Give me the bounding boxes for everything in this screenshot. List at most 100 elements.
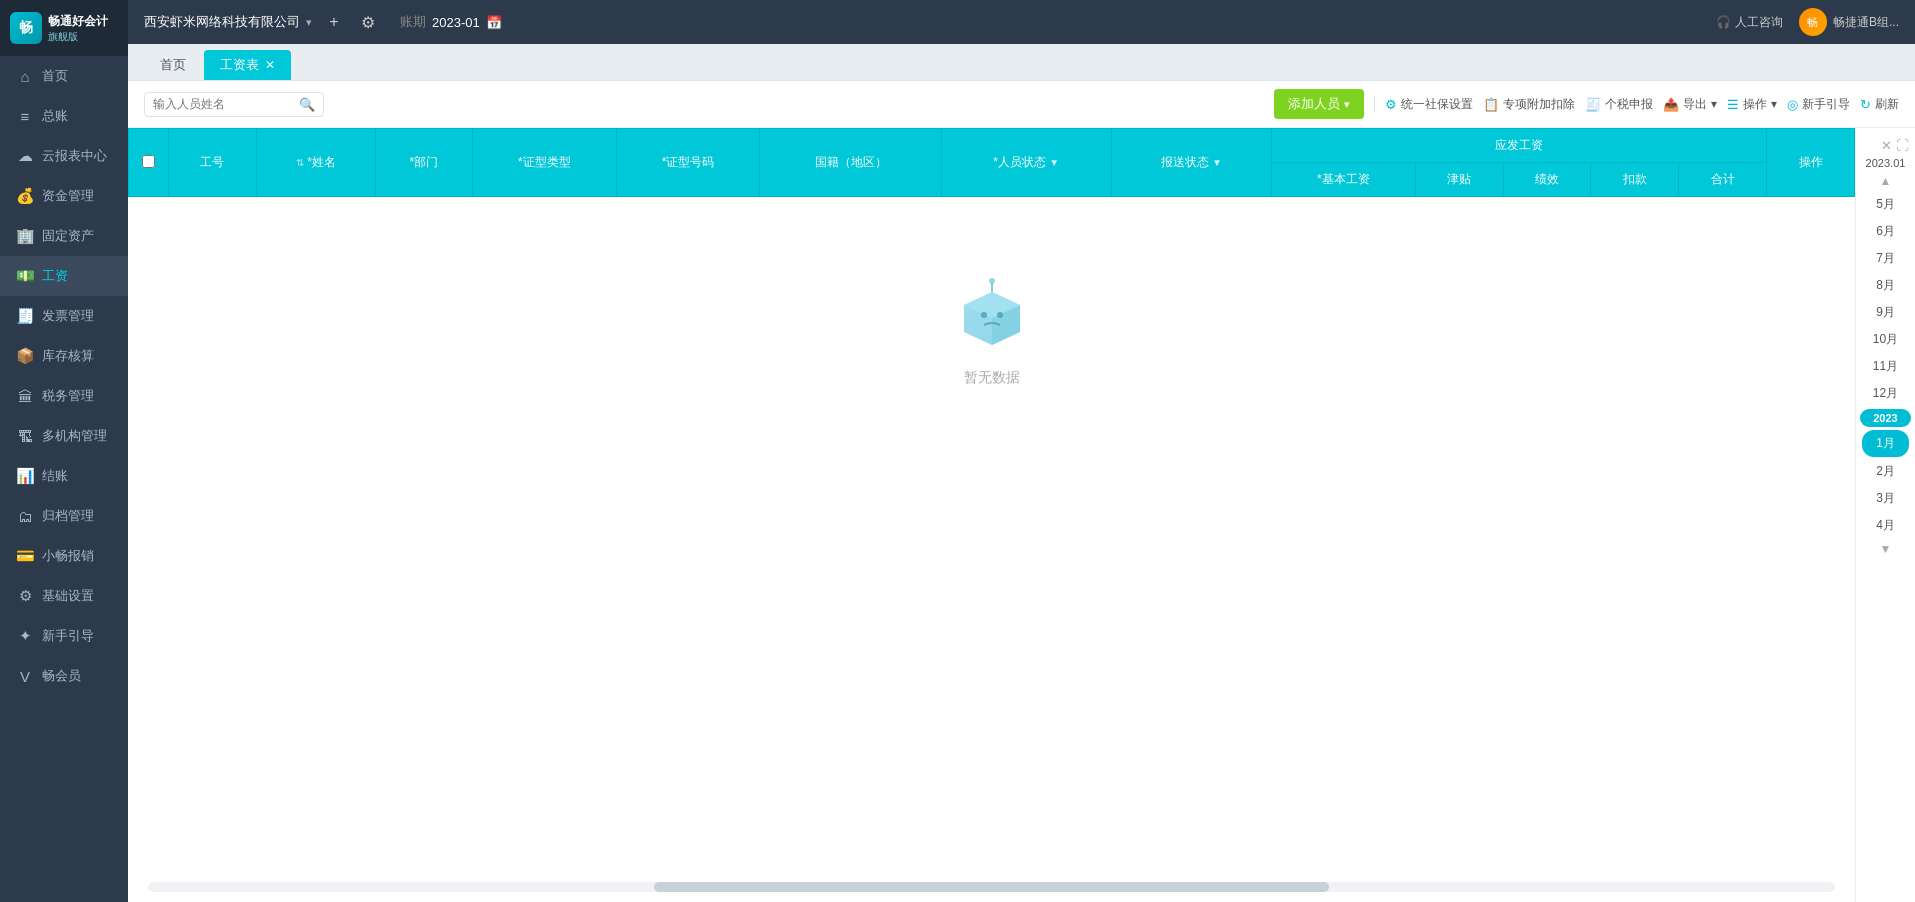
tab-close-button[interactable]: ✕ xyxy=(265,58,275,72)
th-person-status[interactable]: *人员状态 ▼ xyxy=(941,129,1111,197)
month-2[interactable]: 2月 xyxy=(1856,458,1915,485)
app-logo: 畅 畅通好会计 旗舰版 xyxy=(0,0,128,56)
table-container: 工号 ⇅ *姓名 *部门 *证型类型 xyxy=(128,128,1855,902)
select-all-checkbox[interactable] xyxy=(142,155,155,168)
sidebar-item-invoice[interactable]: 🧾 发票管理 xyxy=(0,296,128,336)
toolbar-divider-1 xyxy=(1374,96,1375,112)
topbar-right: 🎧 人工咨询 畅 畅捷通B组... xyxy=(1716,8,1899,36)
month-7[interactable]: 7月 xyxy=(1856,245,1915,272)
sidebar-item-guide[interactable]: ✦ 新手引导 xyxy=(0,616,128,656)
sidebar-item-archive[interactable]: 🗂 归档管理 xyxy=(0,496,128,536)
toolbar: 🔍 添加人员 ▾ ⚙ 统一社保设置 📋 专项附加扣除 🧾 xyxy=(128,81,1915,128)
scrollbar-area xyxy=(128,872,1855,902)
th-cert-no: *证型号码 xyxy=(616,129,760,197)
personal-tax-button[interactable]: 🧾 个税申报 xyxy=(1585,96,1653,113)
logo-text: 畅通好会计 旗舰版 xyxy=(48,13,108,44)
sidebar: 畅 畅通好会计 旗舰版 ⌂ 首页 ≡ 总账 ☁ 云报表中心 💰 资金管理 🏢 固… xyxy=(0,0,128,902)
sidebar-item-settings[interactable]: ⚙ 基础设置 xyxy=(0,576,128,616)
sidebar-item-asset[interactable]: 🏢 固定资产 xyxy=(0,216,128,256)
invoice-icon: 🧾 xyxy=(16,307,34,325)
operations-arrow: ▾ xyxy=(1771,97,1777,111)
headset-icon: 🎧 xyxy=(1716,15,1731,29)
th-subsidy: 津贴 xyxy=(1415,163,1503,197)
tabs-bar: 首页 工资表 ✕ xyxy=(128,44,1915,81)
sidebar-item-tax[interactable]: 🏛 税务管理 xyxy=(0,376,128,416)
tab-home[interactable]: 首页 xyxy=(144,50,202,80)
archive-icon: 🗂 xyxy=(16,508,34,525)
th-region: 国籍（地区） xyxy=(760,129,942,197)
th-name[interactable]: ⇅ *姓名 xyxy=(256,129,375,197)
th-cert-type: *证型类型 xyxy=(472,129,616,197)
settings-company-button[interactable]: ⚙ xyxy=(356,10,380,34)
search-box: 🔍 xyxy=(144,92,324,117)
sidebar-item-multi[interactable]: 🏗 多机构管理 xyxy=(0,416,128,456)
sidebar-item-expense[interactable]: 💳 小畅报销 xyxy=(0,536,128,576)
social-security-icon: ⚙ xyxy=(1385,97,1397,112)
sidebar-item-settle[interactable]: 📊 结账 xyxy=(0,456,128,496)
date-prev-arrow[interactable]: ▲ xyxy=(1876,171,1896,191)
export-button[interactable]: 📤 导出 ▾ xyxy=(1663,96,1717,113)
panel-expand-button[interactable]: ⛶ xyxy=(1896,138,1909,153)
social-security-button[interactable]: ⚙ 统一社保设置 xyxy=(1385,96,1473,113)
sidebar-item-wage[interactable]: 💵 工资 xyxy=(0,256,128,296)
month-4[interactable]: 4月 xyxy=(1856,512,1915,539)
search-input[interactable] xyxy=(153,97,293,111)
empty-text: 暂无数据 xyxy=(964,369,1020,387)
operations-icon: ☰ xyxy=(1727,97,1739,112)
month-5[interactable]: 5月 xyxy=(1856,191,1915,218)
user-info[interactable]: 畅 畅捷通B组... xyxy=(1799,8,1899,36)
th-dept: *部门 xyxy=(375,129,472,197)
refresh-icon: ↻ xyxy=(1860,97,1871,112)
sidebar-item-member[interactable]: V 畅会员 xyxy=(0,656,128,696)
sidebar-item-ledger[interactable]: ≡ 总账 xyxy=(0,96,128,136)
panel-header: ✕ ⛶ xyxy=(1856,132,1915,155)
horizontal-scrollbar[interactable] xyxy=(148,882,1835,892)
add-company-button[interactable]: + xyxy=(322,10,346,34)
th-total: 合计 xyxy=(1679,163,1767,197)
sidebar-item-inventory[interactable]: 📦 库存核算 xyxy=(0,336,128,376)
month-11[interactable]: 11月 xyxy=(1856,353,1915,380)
th-deduct: 扣款 xyxy=(1591,163,1679,197)
content-area: 首页 工资表 ✕ 🔍 添加人员 ▾ ⚙ 统一社保设置 xyxy=(128,44,1915,902)
asset-icon: 🏢 xyxy=(16,227,34,245)
month-3[interactable]: 3月 xyxy=(1856,485,1915,512)
sidebar-item-report[interactable]: ☁ 云报表中心 xyxy=(0,136,128,176)
filter-icon-person-status[interactable]: ▼ xyxy=(1049,157,1059,168)
refresh-button[interactable]: ↻ 刷新 xyxy=(1860,96,1899,113)
sidebar-item-home[interactable]: ⌂ 首页 xyxy=(0,56,128,96)
add-person-button[interactable]: 添加人员 ▾ xyxy=(1274,89,1364,119)
company-name: 西安虾米网络科技有限公司 xyxy=(144,13,300,31)
th-check[interactable] xyxy=(129,129,169,197)
operations-button[interactable]: ☰ 操作 ▾ xyxy=(1727,96,1777,113)
home-icon: ⌂ xyxy=(16,68,34,85)
support-button[interactable]: 🎧 人工咨询 xyxy=(1716,14,1783,31)
month-8[interactable]: 8月 xyxy=(1856,272,1915,299)
member-icon: V xyxy=(16,668,34,685)
th-wage-group: 应发工资 xyxy=(1272,129,1767,163)
month-10[interactable]: 10月 xyxy=(1856,326,1915,353)
guide-button[interactable]: ◎ 新手引导 xyxy=(1787,96,1850,113)
guide-icon: ✦ xyxy=(16,627,34,645)
month-12[interactable]: 12月 xyxy=(1856,380,1915,407)
personal-tax-icon: 🧾 xyxy=(1585,97,1601,112)
month-9[interactable]: 9月 xyxy=(1856,299,1915,326)
sidebar-item-finance[interactable]: 💰 资金管理 xyxy=(0,176,128,216)
month-6[interactable]: 6月 xyxy=(1856,218,1915,245)
th-report-status[interactable]: 报送状态 ▼ xyxy=(1111,129,1272,197)
panel-close-button[interactable]: ✕ xyxy=(1881,138,1892,153)
th-id: 工号 xyxy=(169,129,257,197)
month-1-active[interactable]: 1月 xyxy=(1862,430,1909,457)
empty-state: 暂无数据 xyxy=(128,197,1855,467)
special-deduct-button[interactable]: 📋 专项附加扣除 xyxy=(1483,96,1575,113)
topbar: 西安虾米网络科技有限公司 ▾ + ⚙ 账期 2023-01 📅 🎧 人工咨询 畅… xyxy=(128,0,1915,44)
filter-icon-report-status[interactable]: ▼ xyxy=(1212,157,1222,168)
sort-icon-name: ⇅ xyxy=(296,157,304,168)
period-info: 账期 2023-01 📅 xyxy=(400,13,502,31)
company-selector[interactable]: 西安虾米网络科技有限公司 ▾ xyxy=(144,13,312,31)
th-performance: 绩效 xyxy=(1503,163,1591,197)
tab-wage-table[interactable]: 工资表 ✕ xyxy=(204,50,291,80)
date-next-arrow[interactable]: ▼ xyxy=(1876,539,1896,559)
period-label: 账期 xyxy=(400,13,426,31)
calendar-icon[interactable]: 📅 xyxy=(486,15,502,30)
table-date-area: 工号 ⇅ *姓名 *部门 *证型类型 xyxy=(128,128,1915,902)
